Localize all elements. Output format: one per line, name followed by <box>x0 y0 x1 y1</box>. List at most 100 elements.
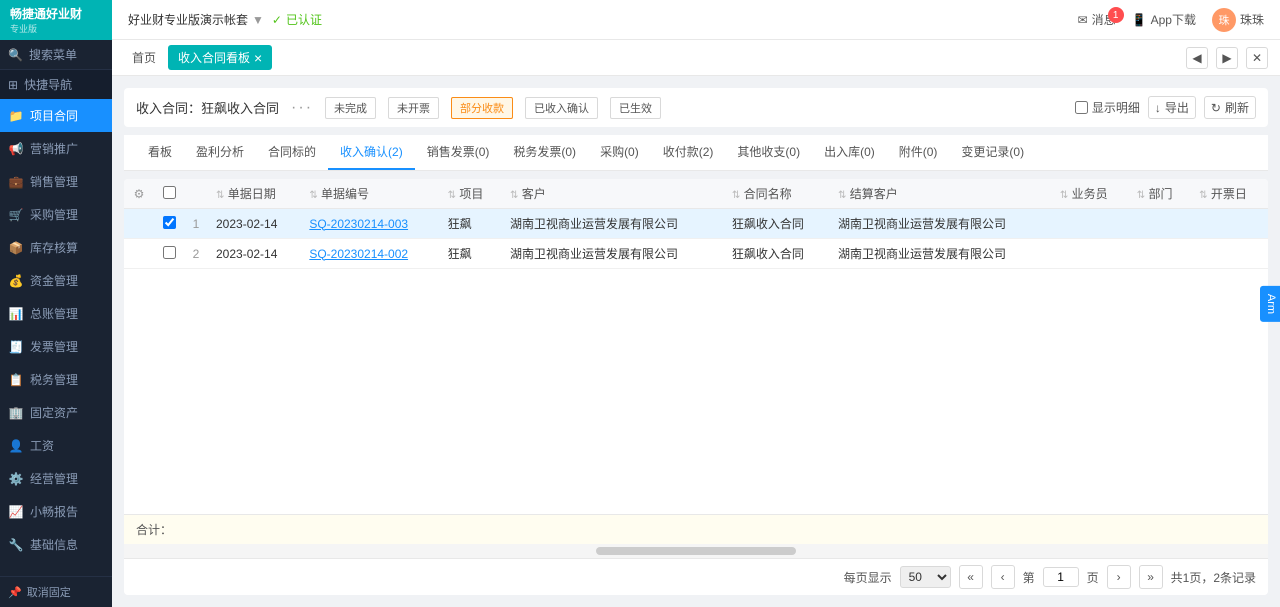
logo-sub: 专业版 <box>10 22 82 35</box>
row-checkbox[interactable] <box>163 216 176 229</box>
sidebar-item-manager[interactable]: ⚙️ 经营管理 <box>0 462 112 495</box>
show-detail-toggle[interactable]: 显示明细 <box>1075 99 1140 116</box>
tab-other-income[interactable]: 其他收支(0) <box>725 135 812 170</box>
main-content: 好业财专业版演示帐套 ▼ ✓ 已认证 ✉ 1 消息 📱 App下载 珠 <box>112 0 1280 607</box>
status-partial-button[interactable]: 部分收款 <box>451 97 513 119</box>
per-page-select[interactable]: 20 50 100 <box>900 566 951 588</box>
tab-sales-invoice[interactable]: 销售发票(0) <box>415 135 502 170</box>
sidebar-item-label: 经营管理 <box>30 470 78 487</box>
select-all-checkbox[interactable] <box>163 186 176 199</box>
sidebar-item-invoice[interactable]: 🧾 发票管理 <box>0 330 112 363</box>
tab-purchase[interactable]: 采购(0) <box>588 135 651 170</box>
status-confirmed-button[interactable]: 已收入确认 <box>525 97 598 119</box>
logo-main: 畅捷通好业财 <box>10 5 82 22</box>
sidebar-item-sales[interactable]: 💼 销售管理 <box>0 165 112 198</box>
company-selector[interactable]: 好业财专业版演示帐套 ▼ <box>128 11 264 28</box>
customer-column-header: ⇅ 客户 <box>502 179 724 209</box>
next-page-button[interactable]: › <box>1107 565 1131 589</box>
department-column-header: ⇅ 部门 <box>1129 179 1191 209</box>
sidebar-item-tax[interactable]: 📋 税务管理 <box>0 363 112 396</box>
tab-tax-invoice[interactable]: 税务发票(0) <box>501 135 588 170</box>
export-button[interactable]: ↓ 导出 <box>1148 96 1196 119</box>
tabbar-nav: ◀ ▶ ✕ <box>1186 47 1268 69</box>
tab-attachment[interactable]: 附件(0) <box>887 135 950 170</box>
app-download-button[interactable]: 📱 App下载 <box>1132 11 1196 28</box>
docno-column-header: ⇅ 单据编号 <box>301 179 439 209</box>
horizontal-scrollbar[interactable] <box>124 544 1268 558</box>
report-icon: 📈 <box>8 504 24 520</box>
tab-close-all-button[interactable]: ✕ <box>1246 47 1268 69</box>
scroll-thumb[interactable] <box>596 547 796 555</box>
home-tab[interactable]: 首页 <box>124 49 164 66</box>
status-incomplete-button[interactable]: 未完成 <box>325 97 376 119</box>
user-menu[interactable]: 珠 珠珠 <box>1212 8 1264 32</box>
invoice-icon: 🧾 <box>8 339 24 355</box>
contract-title: 收入合同：狂飙收入合同 <box>136 98 279 117</box>
refresh-button[interactable]: ↻ 刷新 <box>1204 96 1256 119</box>
tab-prev-button[interactable]: ◀ <box>1186 47 1208 69</box>
row-checkbox[interactable] <box>163 246 176 259</box>
sidebar-item-project[interactable]: 📁 项目合同 <box>0 99 112 132</box>
sidebar-item-hr[interactable]: 👤 工资 <box>0 429 112 462</box>
right-float-panel: Arm <box>1260 285 1280 321</box>
first-page-button[interactable]: « <box>959 565 983 589</box>
app-icon: 📱 <box>1132 13 1147 27</box>
sidebar-item-label: 总账管理 <box>30 305 78 322</box>
income-contract-tab[interactable]: 收入合同看板 × <box>168 45 272 70</box>
sidebar-item-label: 税务管理 <box>30 371 78 388</box>
docno-cell[interactable]: SQ-20230214-002 <box>301 239 439 269</box>
checkbox-cell <box>154 209 184 239</box>
status-uninvoiced-button[interactable]: 未开票 <box>388 97 439 119</box>
sidebar-bottom: 📌 取消固定 <box>0 576 112 607</box>
current-page-input[interactable] <box>1043 567 1079 587</box>
sort-icon[interactable]: ⇅ <box>1199 190 1207 201</box>
app-download-label: App下载 <box>1151 11 1196 28</box>
tab-dashboard[interactable]: 看板 <box>136 135 184 170</box>
sidebar-item-inventory[interactable]: 📦 库存核算 <box>0 231 112 264</box>
sort-icon[interactable]: ⇅ <box>216 190 224 201</box>
invoice-date-column-header: ⇅ 开票日 <box>1191 179 1268 209</box>
sidebar-item-purchase[interactable]: 🛒 采购管理 <box>0 198 112 231</box>
sidebar-item-label: 库存核算 <box>30 239 78 256</box>
tab-payment[interactable]: 收付款(2) <box>651 135 726 170</box>
search-menu[interactable]: 🔍 搜索菜单 <box>0 40 112 70</box>
show-detail-checkbox[interactable] <box>1075 101 1088 114</box>
sort-icon[interactable]: ⇅ <box>1060 190 1068 201</box>
department-cell <box>1129 239 1191 269</box>
right-float-button[interactable]: Arm <box>1260 285 1280 321</box>
tab-profit[interactable]: 盈利分析 <box>184 135 256 170</box>
status-effective-button[interactable]: 已生效 <box>610 97 661 119</box>
tab-change-log[interactable]: 变更记录(0) <box>949 135 1036 170</box>
sort-icon[interactable]: ⇅ <box>732 190 740 201</box>
sidebar-item-fund[interactable]: 💰 资金管理 <box>0 264 112 297</box>
tab-warehouse[interactable]: 出入库(0) <box>812 135 887 170</box>
sidebar-item-account[interactable]: 📊 总账管理 <box>0 297 112 330</box>
sidebar-item-report[interactable]: 📈 小畅报告 <box>0 495 112 528</box>
table-scroll-area[interactable]: ⚙ ⇅ 单据日期 ⇅ 单据编号 <box>124 179 1268 514</box>
tab-income-confirm[interactable]: 收入确认(2) <box>328 135 415 170</box>
tab-next-button[interactable]: ▶ <box>1216 47 1238 69</box>
message-button[interactable]: ✉ 1 消息 <box>1078 11 1116 28</box>
last-page-button[interactable]: » <box>1139 565 1163 589</box>
sort-icon[interactable]: ⇅ <box>309 190 317 201</box>
prev-page-button[interactable]: ‹ <box>991 565 1015 589</box>
sidebar-item-marketing[interactable]: 📢 营销推广 <box>0 132 112 165</box>
settings-icon[interactable]: ⚙ <box>134 187 145 201</box>
fund-icon: 💰 <box>8 273 24 289</box>
quick-nav[interactable]: ⊞ 快捷导航 <box>0 70 112 99</box>
tab-contract-standard[interactable]: 合同标的 <box>256 135 328 170</box>
sort-icon[interactable]: ⇅ <box>1137 190 1145 201</box>
contract-name-column-header: ⇅ 合同名称 <box>724 179 830 209</box>
date-cell: 2023-02-14 <box>208 239 301 269</box>
sort-icon[interactable]: ⇅ <box>448 190 456 201</box>
contract-more-button[interactable]: ··· <box>291 99 313 117</box>
docno-cell[interactable]: SQ-20230214-003 <box>301 209 439 239</box>
sort-icon[interactable]: ⇅ <box>838 190 846 201</box>
sidebar-item-fixed[interactable]: 🏢 固定资产 <box>0 396 112 429</box>
tab-close-button[interactable]: × <box>254 51 262 65</box>
show-detail-label: 显示明细 <box>1092 99 1140 116</box>
sidebar-item-basic[interactable]: 🔧 基础信息 <box>0 528 112 561</box>
department-cell <box>1129 209 1191 239</box>
sort-icon[interactable]: ⇅ <box>510 190 518 201</box>
cancel-fixed-button[interactable]: 📌 取消固定 <box>0 577 112 607</box>
